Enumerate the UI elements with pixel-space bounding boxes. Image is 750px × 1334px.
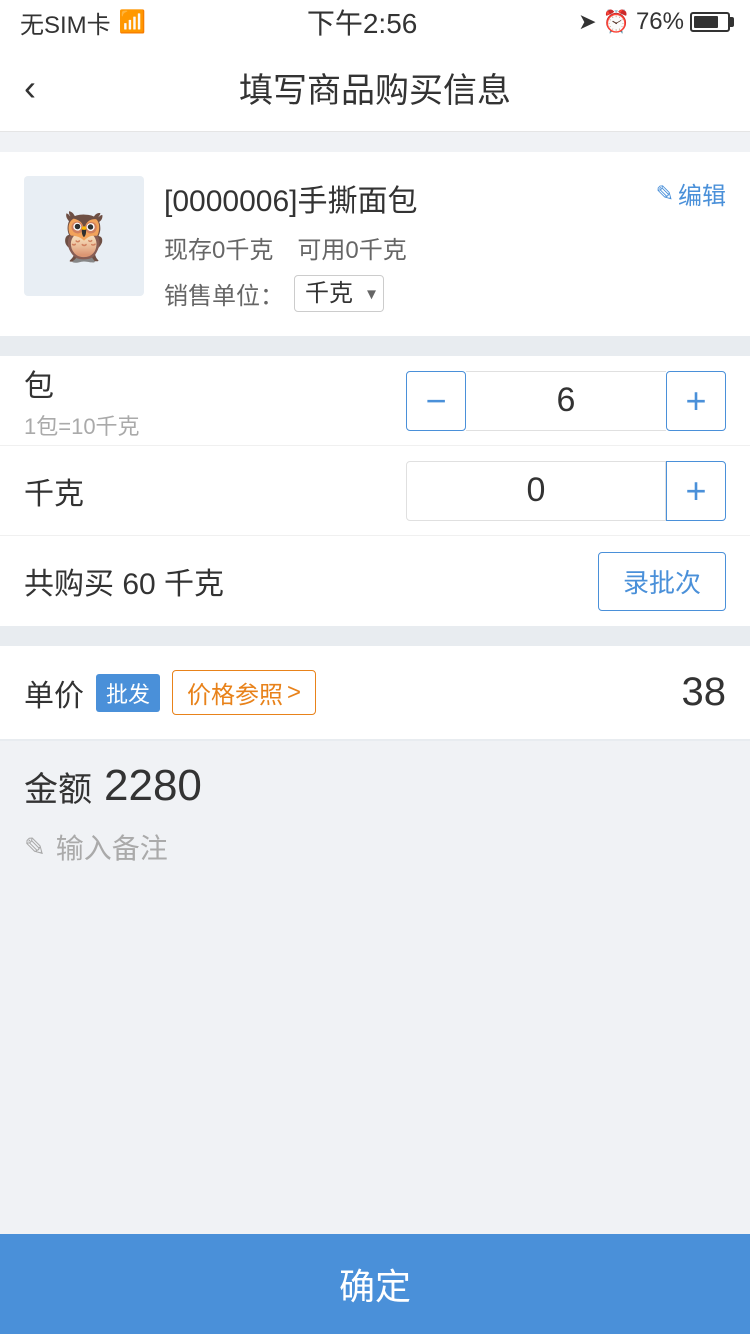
price-section: 单价 批发 价格参照 > 38	[0, 646, 750, 739]
product-info: [0000006]手撕面包 现存0千克 可用0千克 销售单位： 千克 包	[164, 176, 636, 312]
unit-select[interactable]: 千克 包	[294, 275, 384, 312]
location-icon: ➤	[578, 9, 596, 35]
product-logo: 🦉	[54, 208, 114, 265]
input-row-kg: 千克 0 +	[0, 446, 750, 536]
status-left: 无SIM卡 📶	[20, 5, 146, 40]
input-label-bao: 包 1包=10千克	[24, 361, 406, 441]
kg-value[interactable]: 0	[406, 461, 666, 521]
price-tag: 批发	[96, 674, 160, 712]
section-divider-2	[0, 626, 750, 646]
amount-label: 金额	[24, 762, 92, 811]
remark-row[interactable]: ✎ 输入备注	[24, 827, 726, 867]
price-row: 单价 批发 价格参照 > 38	[24, 670, 726, 715]
unit-select-wrap[interactable]: 千克 包	[294, 275, 384, 312]
price-value: 38	[682, 670, 727, 715]
status-bar: 无SIM卡 📶 下午2:56 ➤ ⏰ 76%	[0, 0, 750, 44]
product-image: 🦉	[24, 176, 144, 296]
product-card: 🦉 [0000006]手撕面包 现存0千克 可用0千克 销售单位： 千克 包 ✎…	[0, 152, 750, 336]
product-stock: 现存0千克 可用0千克	[164, 230, 636, 265]
wifi-icon: 📶	[119, 9, 146, 35]
kg-plus-button[interactable]: +	[666, 461, 726, 521]
bao-minus-button[interactable]: −	[406, 371, 466, 431]
alarm-icon: ⏰	[603, 9, 630, 35]
carrier-label: 无SIM卡	[20, 5, 111, 40]
input-label-kg: 千克	[24, 469, 406, 513]
price-ref-button[interactable]: 价格参照 >	[172, 670, 316, 715]
battery-percent: 76%	[636, 8, 684, 36]
input-controls-bao: − 6 +	[406, 371, 726, 431]
section-divider-1	[0, 336, 750, 356]
amount-section: 金额 2280 ✎ 输入备注	[0, 741, 750, 891]
batch-button[interactable]: 录批次	[598, 552, 726, 611]
product-unit: 销售单位： 千克 包	[164, 275, 636, 312]
input-controls-kg: 0 +	[406, 461, 726, 521]
time-label: 下午2:56	[307, 2, 418, 42]
bao-value[interactable]: 6	[466, 371, 666, 431]
remark-icon: ✎	[24, 832, 46, 863]
content-filler	[0, 891, 750, 1234]
product-edit-button[interactable]: ✎ 编辑	[656, 176, 726, 211]
battery-icon	[690, 12, 730, 32]
nav-bar: ‹ 填写商品购买信息	[0, 44, 750, 132]
input-row-bao: 包 1包=10千克 − 6 +	[0, 356, 750, 446]
remark-text: 输入备注	[56, 827, 168, 867]
page-title: 填写商品购买信息	[239, 63, 511, 112]
price-ref-label: 价格参照	[187, 675, 283, 710]
amount-row: 金额 2280	[24, 761, 726, 811]
back-button[interactable]: ‹	[24, 67, 36, 109]
status-right: ➤ ⏰ 76%	[578, 8, 730, 36]
price-ref-arrow: >	[287, 679, 301, 707]
total-label: 共购买 60 千克	[24, 559, 598, 603]
bao-plus-button[interactable]: +	[666, 371, 726, 431]
product-name: [0000006]手撕面包	[164, 176, 636, 220]
total-row: 共购买 60 千克 录批次	[0, 536, 750, 626]
confirm-button[interactable]: 确定	[0, 1234, 750, 1334]
price-label: 单价	[24, 671, 84, 715]
amount-value: 2280	[104, 761, 202, 811]
